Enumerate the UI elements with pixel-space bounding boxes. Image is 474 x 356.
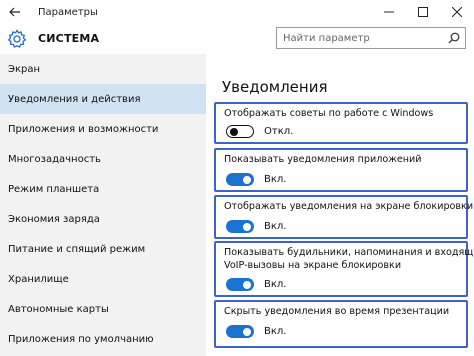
toggle-row: Откл. bbox=[226, 125, 293, 138]
minimize-icon bbox=[384, 11, 394, 13]
main-content: Уведомления Отображать советы по работе … bbox=[206, 54, 474, 356]
arrow-left-icon bbox=[9, 7, 20, 17]
back-button[interactable] bbox=[0, 0, 30, 24]
sidebar-item-multitasking[interactable]: Многозадачность bbox=[0, 144, 206, 174]
search-button[interactable] bbox=[443, 28, 465, 48]
setting-app-notifications: Показывать уведомления приложений Вкл. bbox=[214, 148, 468, 192]
setting-label-line2: VoIP-вызовы на экране блокировки bbox=[224, 260, 402, 271]
page-header: СИСТЕМА Найти параметр bbox=[0, 24, 474, 54]
toggle-row: Вкл. bbox=[226, 220, 286, 233]
window-title: Параметры bbox=[38, 6, 98, 18]
toggle-state: Вкл. bbox=[264, 279, 287, 290]
toggle-state: Вкл. bbox=[264, 221, 287, 232]
toggle-state: Вкл. bbox=[264, 326, 287, 337]
page-title: СИСТЕМА bbox=[38, 32, 100, 45]
app-notifications-toggle[interactable] bbox=[226, 173, 254, 186]
setting-label: Отображать советы по работе с Windows bbox=[224, 108, 434, 119]
search-input[interactable]: Найти параметр bbox=[276, 27, 466, 49]
sidebar-item-storage[interactable]: Хранилище bbox=[0, 264, 206, 294]
toggle-knob bbox=[230, 127, 238, 136]
sidebar-item-power-sleep[interactable]: Питание и спящий режим bbox=[0, 234, 206, 264]
toggle-row: Вкл. bbox=[226, 325, 286, 338]
window-controls bbox=[372, 0, 474, 24]
sidebar-item-battery-saver[interactable]: Экономия заряда bbox=[0, 204, 206, 234]
minimize-button[interactable] bbox=[372, 0, 406, 24]
sidebar-item-offline-maps[interactable]: Автономные карты bbox=[0, 294, 206, 324]
sidebar-item-default-apps[interactable]: Приложения по умолчанию bbox=[0, 324, 206, 354]
toggle-knob bbox=[243, 222, 251, 231]
search-placeholder: Найти параметр bbox=[283, 32, 370, 44]
toggle-state: Вкл. bbox=[264, 174, 287, 185]
setting-alarms-voip: Показывать будильники, напоминания и вхо… bbox=[214, 241, 474, 297]
sidebar-item-apps-features[interactable]: Приложения и возможности bbox=[0, 114, 206, 144]
close-button[interactable] bbox=[440, 0, 474, 24]
tips-toggle[interactable] bbox=[226, 125, 254, 138]
lockscreen-notifications-toggle[interactable] bbox=[226, 220, 254, 233]
toggle-row: Вкл. bbox=[226, 278, 286, 291]
setting-lockscreen-notifications: Отображать уведомления на экране блокиро… bbox=[214, 195, 473, 239]
setting-label: Показывать уведомления приложений bbox=[224, 154, 422, 165]
sidebar-item-notifications[interactable]: Уведомления и действия bbox=[0, 84, 206, 114]
sidebar: Экран Уведомления и действия Приложения … bbox=[0, 54, 206, 356]
setting-label: Отображать уведомления на экране блокиро… bbox=[224, 201, 474, 212]
sidebar-item-tablet-mode[interactable]: Режим планшета bbox=[0, 174, 206, 204]
settings-window: Параметры СИСТЕМА Найти параметр Экран У… bbox=[0, 0, 474, 356]
search-icon bbox=[448, 32, 460, 44]
alarms-voip-toggle[interactable] bbox=[226, 278, 254, 291]
toggle-state: Откл. bbox=[264, 126, 294, 137]
setting-label-line1: Показывать будильники, напоминания и вхо… bbox=[224, 247, 474, 258]
section-title: Уведомления bbox=[222, 78, 328, 96]
setting-label: Скрыть уведомления во время презентации bbox=[224, 306, 450, 317]
toggle-knob bbox=[243, 175, 251, 184]
maximize-button[interactable] bbox=[406, 0, 440, 24]
gear-icon bbox=[7, 29, 27, 48]
toggle-knob bbox=[243, 280, 251, 289]
title-bar: Параметры bbox=[0, 0, 474, 24]
sidebar-item-display[interactable]: Экран bbox=[0, 54, 206, 84]
maximize-icon bbox=[418, 7, 428, 17]
presentation-hide-toggle[interactable] bbox=[226, 325, 254, 338]
toggle-knob bbox=[243, 327, 251, 336]
toggle-row: Вкл. bbox=[226, 173, 286, 186]
close-icon bbox=[452, 7, 462, 17]
setting-presentation-hide: Скрыть уведомления во время презентации … bbox=[214, 300, 468, 348]
setting-tips: Отображать советы по работе с Windows От… bbox=[214, 102, 468, 144]
setting-label: Показывать будильники, напоминания и вхо… bbox=[224, 246, 474, 272]
